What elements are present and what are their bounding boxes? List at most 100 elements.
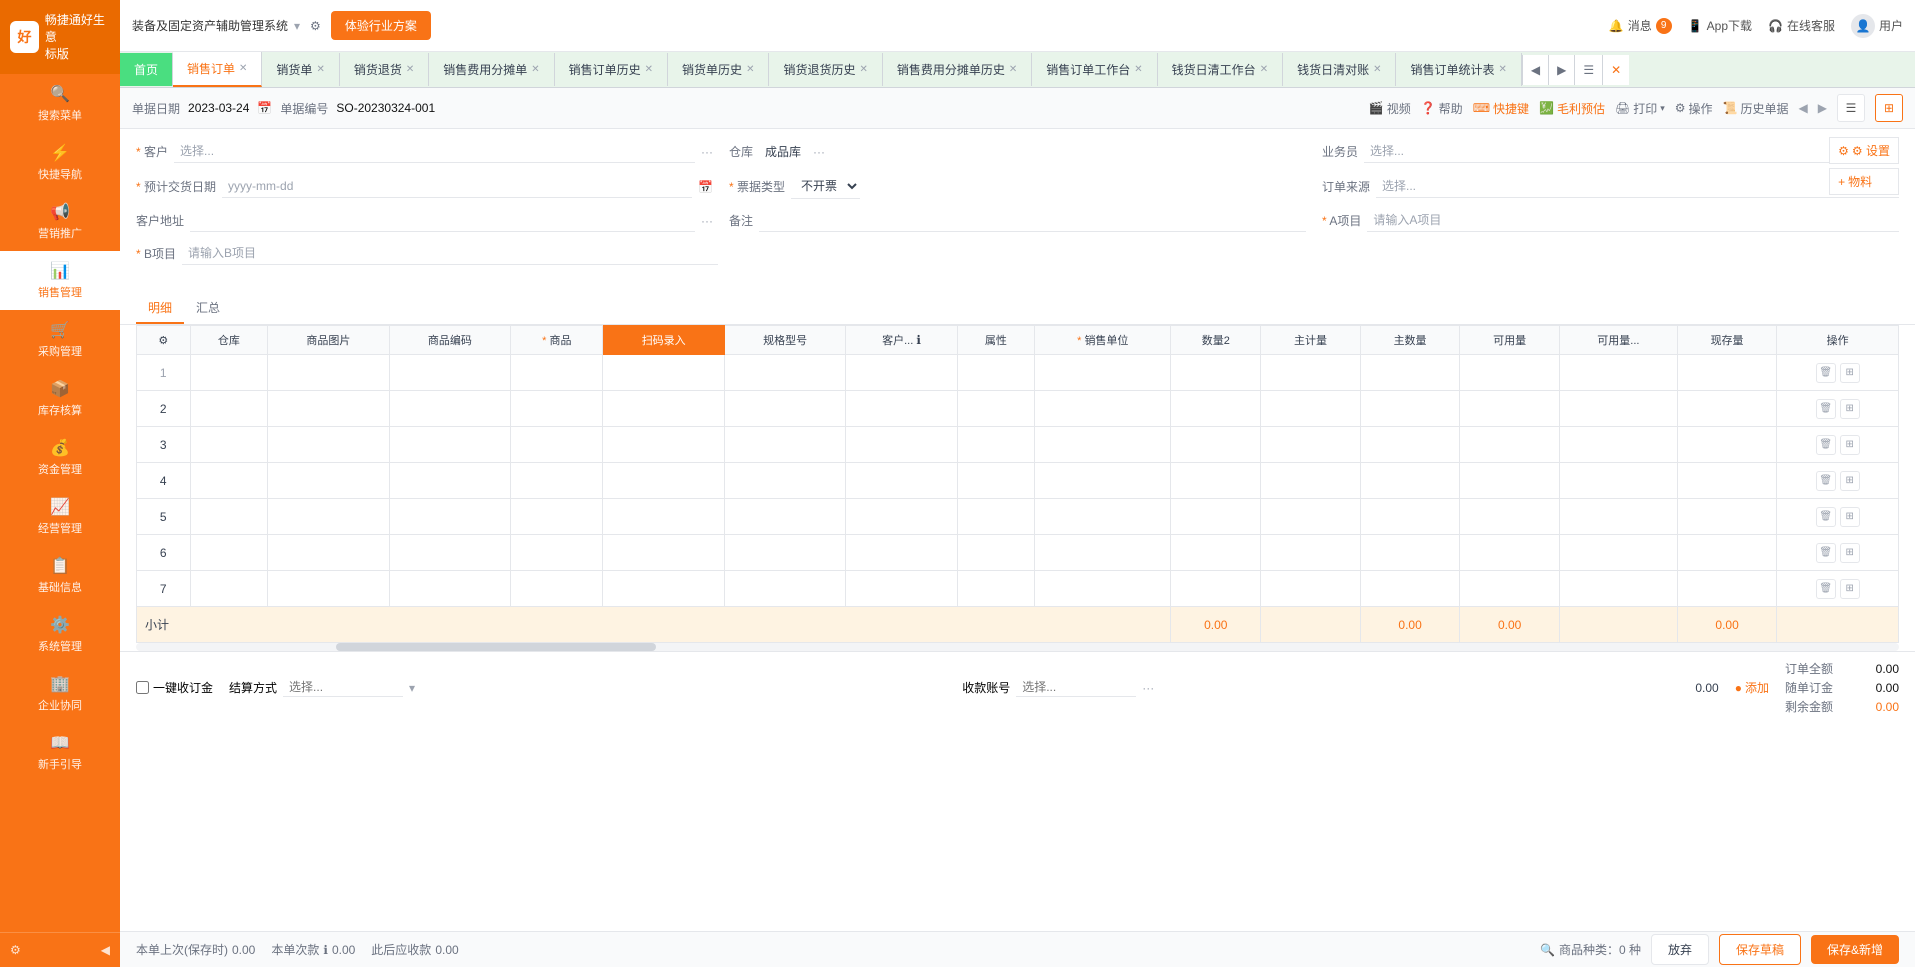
b-project-input[interactable] xyxy=(182,242,718,265)
row-5-copy-btn[interactable]: ⊞ xyxy=(1840,507,1860,527)
save-new-button[interactable]: 保存&新增 xyxy=(1811,935,1899,964)
help-action[interactable]: ❓ 帮助 xyxy=(1421,100,1463,117)
grid-view-btn[interactable]: ⊞ xyxy=(1875,94,1903,122)
scroll-thumb[interactable] xyxy=(336,643,656,651)
row-1-qty2[interactable] xyxy=(1171,355,1261,391)
sidebar-item-finance[interactable]: 💰 资金管理 xyxy=(0,428,120,487)
tab-close-daily-workbench[interactable]: ✕ xyxy=(1260,64,1268,75)
row-1-code[interactable] xyxy=(389,355,510,391)
tab-menu-btn[interactable]: ☰ xyxy=(1574,55,1602,85)
app-download-item[interactable]: 📱 App下载 xyxy=(1688,17,1752,34)
invoice-type-select[interactable]: 不开票 xyxy=(791,174,860,199)
row-1-unit[interactable] xyxy=(1035,355,1171,391)
row-2-copy-btn[interactable]: ⊞ xyxy=(1840,399,1860,419)
a-project-input[interactable] xyxy=(1367,209,1899,232)
payment-method-input[interactable] xyxy=(283,678,403,697)
tab-close-slip-history[interactable]: ✕ xyxy=(746,64,754,75)
row-1-spec[interactable] xyxy=(724,355,845,391)
row-5-delete-btn[interactable]: 🗑 xyxy=(1816,507,1836,527)
tab-close-expense-history[interactable]: ✕ xyxy=(1009,64,1017,75)
calendar-icon[interactable]: 📅 xyxy=(257,101,272,115)
th-scan[interactable]: 扫码录入 xyxy=(603,326,724,355)
row-2-warehouse[interactable] xyxy=(190,391,268,427)
row-1-main-unit[interactable] xyxy=(1261,355,1361,391)
row-3-copy-btn[interactable]: ⊞ xyxy=(1840,435,1860,455)
tab-close-order-workbench[interactable]: ✕ xyxy=(1134,64,1142,75)
nav-right-icon[interactable]: ▶ xyxy=(1818,101,1827,115)
payment-method-chevron[interactable]: ▾ xyxy=(409,681,415,695)
customer-more-icon[interactable]: ··· xyxy=(701,145,713,159)
row-7-copy-btn[interactable]: ⊞ xyxy=(1840,579,1860,599)
operate-action[interactable]: ⚙ 操作 xyxy=(1675,100,1713,117)
sidebar-item-guide[interactable]: 📖 新手引导 xyxy=(0,723,120,782)
discard-button[interactable]: 放弃 xyxy=(1651,934,1709,965)
delivery-date-input[interactable] xyxy=(222,175,692,198)
horizontal-scrollbar[interactable] xyxy=(136,643,1899,651)
tab-order-history[interactable]: 销售订单历史 ✕ xyxy=(555,53,668,86)
row-4-copy-btn[interactable]: ⊞ xyxy=(1840,471,1860,491)
history-action[interactable]: 📜 历史单据 xyxy=(1723,100,1789,117)
row-1-available[interactable] xyxy=(1460,355,1560,391)
tab-close-return-history[interactable]: ✕ xyxy=(859,64,867,75)
inner-tab-detail[interactable]: 明细 xyxy=(136,293,184,324)
bank-more-icon[interactable]: ··· xyxy=(1142,681,1154,695)
tab-sales-slip[interactable]: 销货单 ✕ xyxy=(262,53,339,86)
row-2-delete-btn[interactable]: 🗑 xyxy=(1816,399,1836,419)
tab-daily-reconcile[interactable]: 钱货日清对账 ✕ xyxy=(1283,53,1396,86)
row-1-attribute[interactable] xyxy=(957,355,1035,391)
warehouse-more-icon[interactable]: ··· xyxy=(813,145,825,159)
row-1-customer-code[interactable] xyxy=(846,355,957,391)
inner-tab-summary[interactable]: 汇总 xyxy=(184,293,232,324)
sidebar-item-system[interactable]: ⚙️ 系统管理 xyxy=(0,605,120,664)
quick-payment-checkbox[interactable] xyxy=(136,681,149,694)
sidebar-item-search[interactable]: 🔍 搜索菜单 xyxy=(0,74,120,133)
list-view-btn[interactable]: ☰ xyxy=(1837,94,1865,122)
row-1-main-qty[interactable] xyxy=(1360,355,1460,391)
gear-settings-icon[interactable]: ⚙ xyxy=(310,19,321,33)
profit-action[interactable]: 💹 毛利预估 xyxy=(1539,100,1605,117)
tab-prev-btn[interactable]: ◀ xyxy=(1522,55,1548,85)
save-draft-button[interactable]: 保存草稿 xyxy=(1719,934,1801,965)
row-4-delete-btn[interactable]: 🗑 xyxy=(1816,471,1836,491)
row-6-delete-btn[interactable]: 🗑 xyxy=(1816,543,1836,563)
sidebar-item-sales[interactable]: 📊 销售管理 xyxy=(0,251,120,310)
sidebar-item-base[interactable]: 📋 基础信息 xyxy=(0,546,120,605)
user-avatar[interactable]: 👤 用户 xyxy=(1851,14,1903,38)
add-btn[interactable]: ● 添加 xyxy=(1735,679,1769,696)
row-1-stock[interactable] xyxy=(1677,355,1777,391)
tab-expense-split[interactable]: 销售费用分摊单 ✕ xyxy=(429,53,554,86)
sidebar-item-inventory[interactable]: 📦 库存核算 xyxy=(0,369,120,428)
tab-return-history[interactable]: 销货退货历史 ✕ xyxy=(769,53,882,86)
sidebar-item-enterprise[interactable]: 🏢 企业协同 xyxy=(0,664,120,723)
settings-icon[interactable]: ⚙ xyxy=(10,943,21,957)
print-action[interactable]: 🖨 打印 ▾ xyxy=(1615,100,1665,117)
tab-close-expense-split[interactable]: ✕ xyxy=(531,64,539,75)
sidebar-item-marketing[interactable]: 📢 营销推广 xyxy=(0,192,120,251)
tab-sales-order[interactable]: 销售订单 ✕ xyxy=(173,52,262,87)
row-3-delete-btn[interactable]: 🗑 xyxy=(1816,435,1836,455)
tab-close-all-btn[interactable]: ✕ xyxy=(1602,55,1629,85)
row-1-available2[interactable] xyxy=(1559,355,1677,391)
row-1-goods[interactable] xyxy=(511,355,603,391)
view-action[interactable]: 🎬 视频 xyxy=(1369,100,1411,117)
sidebar-item-quick[interactable]: ⚡ 快捷导航 xyxy=(0,133,120,192)
tab-sales-return[interactable]: 销货退货 ✕ xyxy=(340,53,429,86)
tab-close-daily-reconcile[interactable]: ✕ xyxy=(1373,64,1381,75)
tab-daily-workbench[interactable]: 钱货日清工作台 ✕ xyxy=(1158,53,1283,86)
online-support-item[interactable]: 🎧 在线客服 xyxy=(1768,17,1835,34)
tab-close-sales-order[interactable]: ✕ xyxy=(239,63,247,74)
tab-slip-history[interactable]: 销货单历史 ✕ xyxy=(668,53,769,86)
row-1-image[interactable] xyxy=(268,355,389,391)
tab-order-stats[interactable]: 销售订单统计表 ✕ xyxy=(1396,53,1521,86)
notification-item[interactable]: 🔔 消息 9 xyxy=(1609,17,1672,34)
tab-close-sales-slip[interactable]: ✕ xyxy=(316,64,324,75)
order-source-input[interactable] xyxy=(1376,175,1899,198)
tab-close-sales-return[interactable]: ✕ xyxy=(406,64,414,75)
row-1-delete-btn[interactable]: 🗑 xyxy=(1816,363,1836,383)
bank-account-input[interactable] xyxy=(1016,678,1136,697)
tab-expense-history[interactable]: 销售费用分摊单历史 ✕ xyxy=(883,53,1032,86)
date-picker-icon[interactable]: 📅 xyxy=(698,180,713,194)
row-6-copy-btn[interactable]: ⊞ xyxy=(1840,543,1860,563)
shortcut-action[interactable]: ⌨ 快捷键 xyxy=(1473,100,1529,117)
tab-next-btn[interactable]: ▶ xyxy=(1548,55,1574,85)
